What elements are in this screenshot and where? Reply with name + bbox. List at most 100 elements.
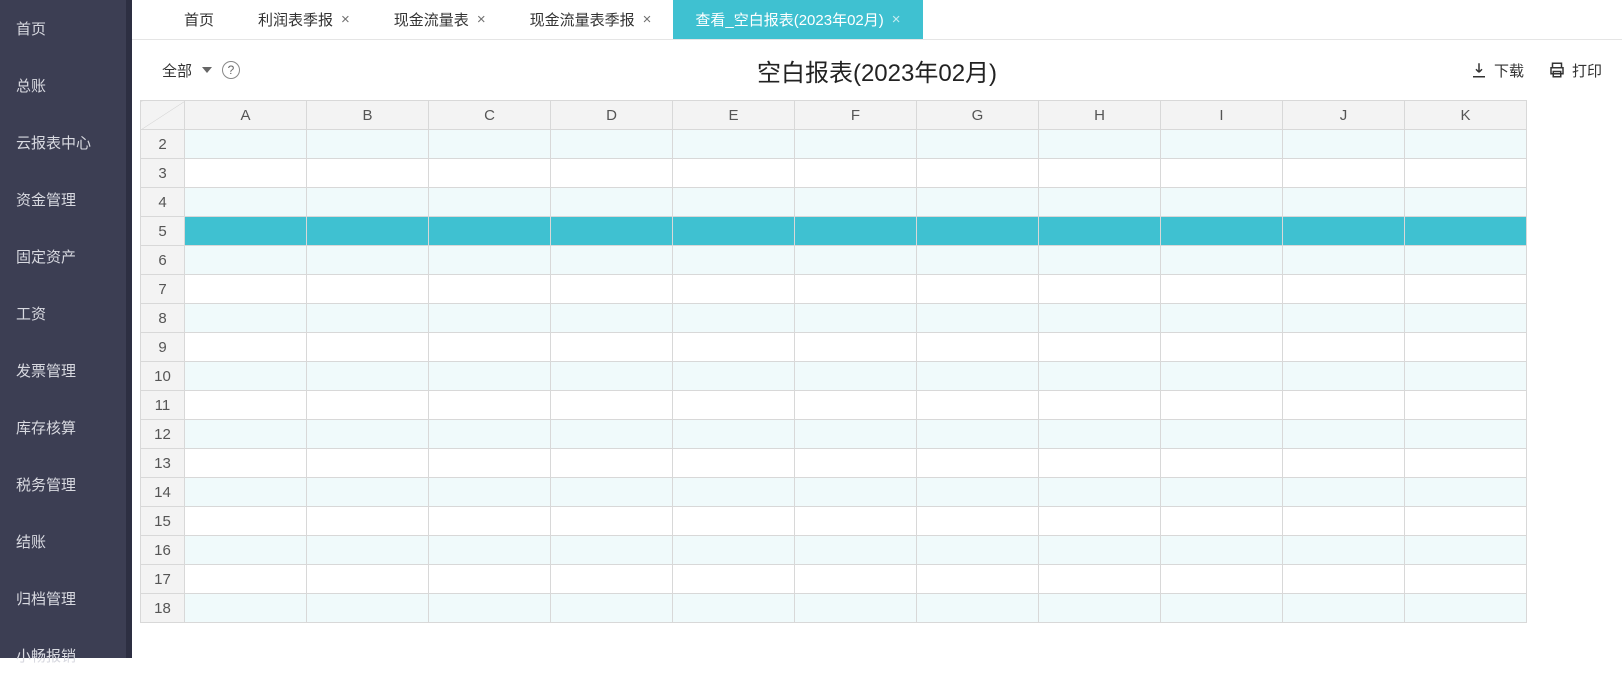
cell[interactable] (1161, 130, 1283, 159)
column-header[interactable]: E (673, 101, 795, 130)
cell[interactable] (1283, 217, 1405, 246)
cell[interactable] (1161, 536, 1283, 565)
cell[interactable] (795, 130, 917, 159)
cell[interactable] (795, 478, 917, 507)
cell[interactable] (795, 420, 917, 449)
column-header[interactable]: C (429, 101, 551, 130)
cell[interactable] (185, 217, 307, 246)
cell[interactable] (307, 565, 429, 594)
cell[interactable] (429, 536, 551, 565)
cell[interactable] (795, 565, 917, 594)
cell[interactable] (1405, 333, 1527, 362)
cell[interactable] (551, 565, 673, 594)
cell[interactable] (1161, 507, 1283, 536)
sidebar-item-closing[interactable]: 结账 (0, 513, 126, 570)
cell[interactable] (1039, 275, 1161, 304)
cell[interactable] (551, 246, 673, 275)
cell[interactable] (429, 420, 551, 449)
row-header[interactable]: 6 (141, 246, 185, 275)
cell[interactable] (429, 565, 551, 594)
cell[interactable] (551, 507, 673, 536)
cell[interactable] (917, 188, 1039, 217)
cell[interactable] (429, 246, 551, 275)
sidebar-item-expense[interactable]: 小畅报销 (0, 627, 126, 684)
cell[interactable] (1039, 333, 1161, 362)
cell[interactable] (917, 130, 1039, 159)
cell[interactable] (795, 391, 917, 420)
cell[interactable] (307, 449, 429, 478)
cell[interactable] (307, 478, 429, 507)
cell[interactable] (1161, 246, 1283, 275)
print-button[interactable]: 打印 (1548, 60, 1602, 81)
sidebar-item-invoice[interactable]: 发票管理 (0, 342, 126, 399)
cell[interactable] (1405, 507, 1527, 536)
cell[interactable] (673, 188, 795, 217)
cell[interactable] (1283, 130, 1405, 159)
cell[interactable] (185, 362, 307, 391)
cell[interactable] (429, 188, 551, 217)
cell[interactable] (1283, 304, 1405, 333)
tab-cashflow[interactable]: 现金流量表 × (372, 0, 508, 39)
cell[interactable] (673, 333, 795, 362)
cell[interactable] (917, 478, 1039, 507)
cell[interactable] (917, 275, 1039, 304)
cell[interactable] (307, 507, 429, 536)
cell[interactable] (429, 362, 551, 391)
cell[interactable] (673, 449, 795, 478)
cell[interactable] (1405, 449, 1527, 478)
column-header[interactable]: K (1405, 101, 1527, 130)
row-header[interactable]: 14 (141, 478, 185, 507)
cell[interactable] (795, 188, 917, 217)
sidebar-item-report-center[interactable]: 云报表中心 (0, 114, 126, 171)
cell[interactable] (185, 594, 307, 623)
cell[interactable] (795, 159, 917, 188)
row-header[interactable]: 9 (141, 333, 185, 362)
cell[interactable] (185, 246, 307, 275)
cell[interactable] (429, 478, 551, 507)
cell[interactable] (1161, 333, 1283, 362)
cell[interactable] (673, 391, 795, 420)
row-header[interactable]: 8 (141, 304, 185, 333)
cell[interactable] (673, 478, 795, 507)
cell[interactable] (1283, 159, 1405, 188)
cell[interactable] (917, 246, 1039, 275)
sidebar-item-funds[interactable]: 资金管理 (0, 171, 126, 228)
row-header[interactable]: 12 (141, 420, 185, 449)
cell[interactable] (673, 130, 795, 159)
cell[interactable] (673, 565, 795, 594)
sidebar-item-ledger[interactable]: 总账 (0, 57, 126, 114)
cell[interactable] (185, 188, 307, 217)
cell[interactable] (1405, 362, 1527, 391)
cell[interactable] (1039, 478, 1161, 507)
cell[interactable] (551, 478, 673, 507)
cell[interactable] (673, 246, 795, 275)
close-icon[interactable]: × (477, 12, 486, 27)
cell[interactable] (673, 275, 795, 304)
cell[interactable] (429, 333, 551, 362)
cell[interactable] (1283, 594, 1405, 623)
cell[interactable] (551, 420, 673, 449)
download-button[interactable]: 下载 (1470, 60, 1524, 81)
cell[interactable] (551, 449, 673, 478)
cell[interactable] (551, 333, 673, 362)
cell[interactable] (1039, 507, 1161, 536)
cell[interactable] (1161, 594, 1283, 623)
cell[interactable] (1039, 304, 1161, 333)
cell[interactable] (185, 159, 307, 188)
cell[interactable] (307, 130, 429, 159)
cell[interactable] (429, 391, 551, 420)
sidebar-item-archive[interactable]: 归档管理 (0, 570, 126, 627)
column-header[interactable]: I (1161, 101, 1283, 130)
cell[interactable] (429, 449, 551, 478)
column-header[interactable]: G (917, 101, 1039, 130)
row-header[interactable]: 13 (141, 449, 185, 478)
filter-dropdown[interactable]: 全部 ? (162, 60, 240, 81)
cell[interactable] (551, 536, 673, 565)
cell[interactable] (1283, 420, 1405, 449)
cell[interactable] (307, 159, 429, 188)
row-header[interactable]: 17 (141, 565, 185, 594)
cell[interactable] (1161, 449, 1283, 478)
cell[interactable] (795, 217, 917, 246)
cell[interactable] (917, 304, 1039, 333)
cell[interactable] (307, 391, 429, 420)
